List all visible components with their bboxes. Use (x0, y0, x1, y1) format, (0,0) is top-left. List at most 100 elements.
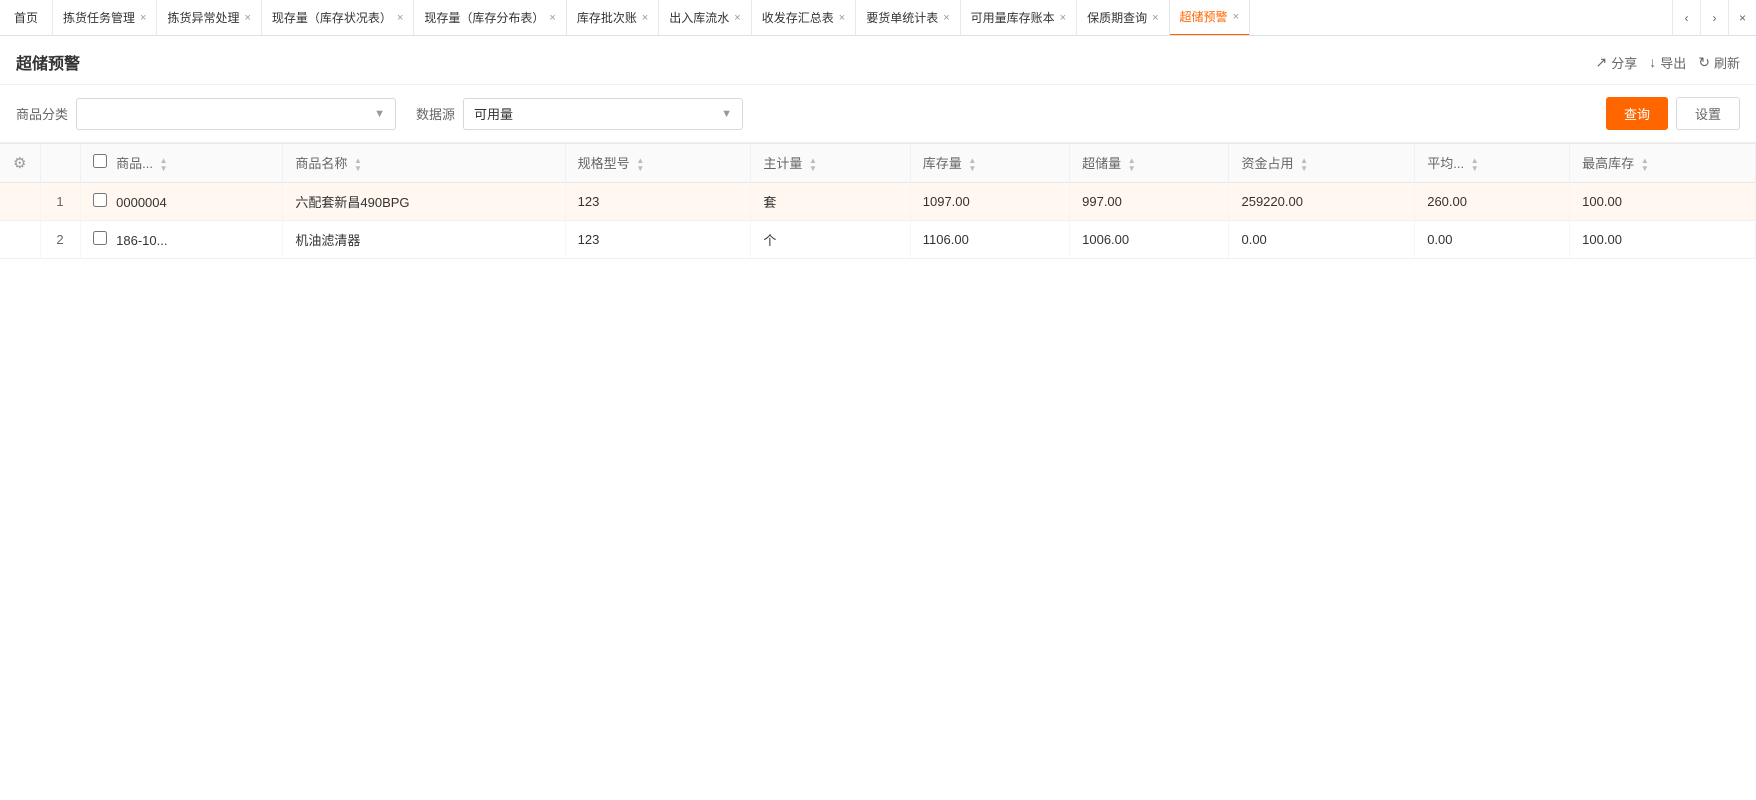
col-settings-header: ⚙ (0, 144, 40, 183)
export-label: 导出 (1660, 53, 1686, 72)
nav-tab-tab-11[interactable]: 超储预警× (1170, 0, 1250, 36)
row-code: 0000004 (116, 195, 167, 210)
nav-arrow-close[interactable]: × (1728, 0, 1756, 36)
header-actions: ↗ 分享 ↓ 导出 ↻ 刷新 (1595, 53, 1740, 72)
refresh-button[interactable]: ↻ 刷新 (1698, 53, 1740, 72)
filter-datasource: 数据源 可用量 ▼ (416, 98, 743, 130)
row-num-cell: 2 (40, 220, 80, 258)
datasource-select[interactable]: 可用量 ▼ (463, 98, 743, 130)
tab-close-btn[interactable]: × (839, 12, 845, 24)
table-container: ⚙ 商品... ▲▼ 商品名称 ▲▼ 规格型号 ▲▼ (0, 143, 1756, 259)
nav-tab-label: 现存量（库存状况表） (272, 9, 392, 26)
settings-button[interactable]: 设置 (1676, 97, 1740, 130)
row-actions-cell (0, 220, 40, 258)
row-spec: 123 (565, 182, 751, 220)
nav-home[interactable]: 首页 (0, 0, 53, 36)
data-table: ⚙ 商品... ▲▼ 商品名称 ▲▼ 规格型号 ▲▼ (0, 143, 1756, 259)
nav-tab-tab-9[interactable]: 可用量库存账本 × (961, 0, 1077, 36)
settings-gear-icon[interactable]: ⚙ (13, 155, 26, 172)
export-icon: ↓ (1649, 54, 1656, 70)
row-stock: 1097.00 (910, 182, 1069, 220)
sort-icon-avg: ▲▼ (1471, 157, 1479, 173)
tab-close-btn[interactable]: × (549, 12, 555, 24)
select-all-checkbox[interactable] (93, 154, 107, 168)
nav-tab-label: 要货单统计表 (866, 9, 938, 26)
row-name: 六配套新昌490BPG (283, 182, 565, 220)
sort-icon-code: ▲▼ (160, 157, 168, 173)
tab-close-btn[interactable]: × (1060, 12, 1066, 24)
row-unit: 个 (751, 220, 910, 258)
nav-arrows: ‹ › × (1672, 0, 1756, 36)
sort-icon-overstock: ▲▼ (1128, 157, 1136, 173)
row-avg: 0.00 (1415, 220, 1570, 258)
nav-tab-label: 保质期查询 (1087, 9, 1147, 26)
export-button[interactable]: ↓ 导出 (1649, 53, 1686, 72)
nav-tab-tab-2[interactable]: 拣货异常处理× (157, 0, 261, 36)
sort-icon-unit: ▲▼ (809, 157, 817, 173)
nav-tab-tab-3[interactable]: 现存量（库存状况表） × (262, 0, 414, 36)
col-maxstock-header[interactable]: 最高库存 ▲▼ (1570, 144, 1756, 183)
filter-bar: 商品分类 ▼ 数据源 可用量 ▼ 查询 设置 (0, 85, 1756, 143)
row-maxstock: 100.00 (1570, 182, 1756, 220)
nav-tab-tab-5[interactable]: 库存批次账× (567, 0, 659, 36)
nav-tab-label: 收发存汇总表 (762, 9, 834, 26)
category-select[interactable]: ▼ (76, 98, 396, 130)
nav-tab-label: 拣货任务管理 (63, 9, 135, 26)
row-unit: 套 (751, 182, 910, 220)
datasource-dropdown-icon: ▼ (721, 108, 732, 120)
nav-tab-tab-10[interactable]: 保质期查询 × (1077, 0, 1169, 36)
sort-icon-spec: ▲▼ (636, 157, 644, 173)
nav-arrow-left[interactable]: ‹ (1672, 0, 1700, 36)
tab-close-btn[interactable]: × (397, 12, 403, 24)
row-code: 186-10... (116, 233, 167, 248)
row-checkbox[interactable] (93, 193, 107, 207)
tab-close-btn[interactable]: × (1233, 11, 1239, 23)
row-overstock: 997.00 (1070, 182, 1229, 220)
top-nav: 首页 拣货任务管理×拣货异常处理×现存量（库存状况表）×现存量（库存分布表）×库… (0, 0, 1756, 36)
filter-category: 商品分类 ▼ (16, 98, 396, 130)
nav-tab-tab-6[interactable]: 出入库流水 × (659, 0, 751, 36)
tab-close-btn[interactable]: × (244, 12, 250, 24)
table-row: 2 186-10... 机油滤清器 123 个 1106.00 1006.00 … (0, 220, 1756, 258)
share-icon: ↗ (1595, 54, 1607, 71)
nav-tab-label: 可用量库存账本 (971, 9, 1055, 26)
row-name: 机油滤清器 (283, 220, 565, 258)
page-header: 超储预警 ↗ 分享 ↓ 导出 ↻ 刷新 (0, 36, 1756, 85)
col-name-header[interactable]: 商品名称 ▲▼ (283, 144, 565, 183)
col-spec-header[interactable]: 规格型号 ▲▼ (565, 144, 751, 183)
sort-icon-stock: ▲▼ (968, 157, 976, 173)
category-dropdown-icon: ▼ (374, 108, 385, 120)
tab-close-btn[interactable]: × (734, 12, 740, 24)
share-button[interactable]: ↗ 分享 (1595, 53, 1637, 72)
tab-close-btn[interactable]: × (642, 12, 648, 24)
col-capital-header[interactable]: 资金占用 ▲▼ (1229, 144, 1415, 183)
tab-close-btn[interactable]: × (943, 12, 949, 24)
share-label: 分享 (1611, 53, 1637, 72)
row-checkbox[interactable] (93, 231, 107, 245)
table-header-row: ⚙ 商品... ▲▼ 商品名称 ▲▼ 规格型号 ▲▼ (0, 144, 1756, 183)
refresh-label: 刷新 (1714, 53, 1740, 72)
refresh-icon: ↻ (1698, 54, 1710, 71)
row-num-cell: 1 (40, 182, 80, 220)
nav-tab-tab-4[interactable]: 现存量（库存分布表）× (414, 0, 566, 36)
sort-icon-capital: ▲▼ (1300, 157, 1308, 173)
nav-tab-label: 出入库流水 (669, 9, 729, 26)
nav-tab-tab-8[interactable]: 要货单统计表 × (856, 0, 960, 36)
col-stock-header[interactable]: 库存量 ▲▼ (910, 144, 1069, 183)
col-overstock-header[interactable]: 超储量 ▲▼ (1070, 144, 1229, 183)
col-avg-header[interactable]: 平均... ▲▼ (1415, 144, 1570, 183)
nav-tab-tab-7[interactable]: 收发存汇总表 × (752, 0, 856, 36)
col-num-header (40, 144, 80, 183)
tab-close-btn[interactable]: × (1152, 12, 1158, 24)
col-unit-header[interactable]: 主计量 ▲▼ (751, 144, 910, 183)
query-button[interactable]: 查询 (1606, 97, 1668, 130)
page-title: 超储预警 (16, 50, 80, 74)
nav-tab-tab-1[interactable]: 拣货任务管理 × (53, 0, 157, 36)
row-checkbox-cell: 186-10... (80, 220, 283, 258)
category-label: 商品分类 (16, 104, 68, 123)
tab-close-btn[interactable]: × (140, 12, 146, 24)
row-maxstock: 100.00 (1570, 220, 1756, 258)
nav-arrow-right[interactable]: › (1700, 0, 1728, 36)
col-code-header[interactable]: 商品... ▲▼ (80, 144, 283, 183)
datasource-label: 数据源 (416, 104, 455, 123)
